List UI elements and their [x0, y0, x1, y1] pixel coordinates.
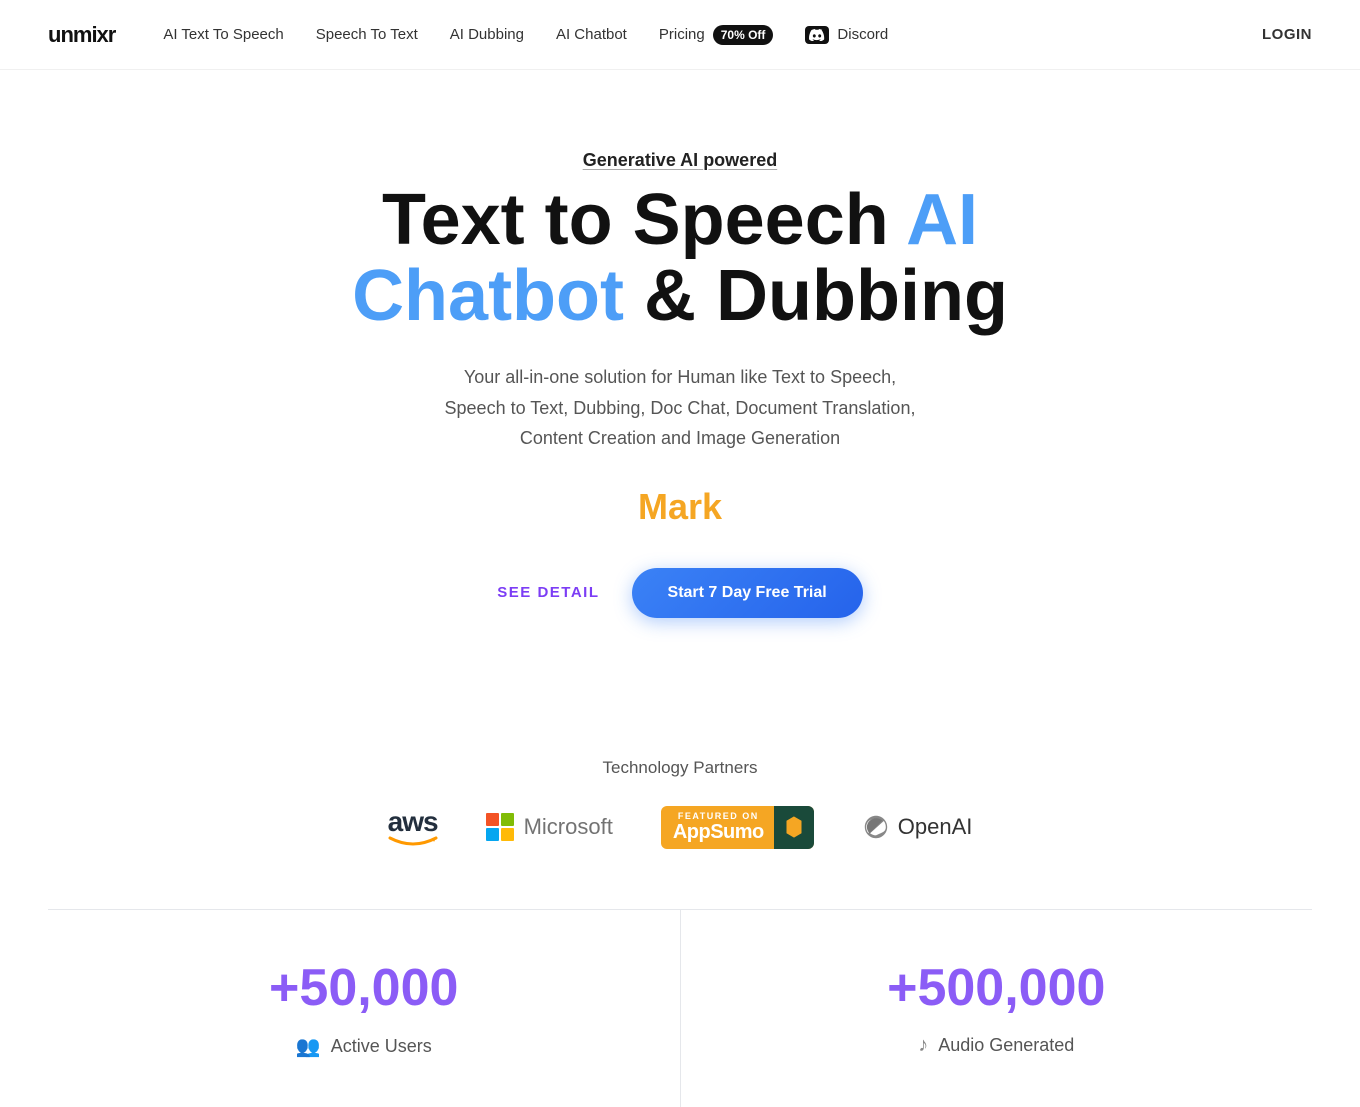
aws-smile-icon	[388, 836, 438, 846]
stat-users-text: Active Users	[331, 1036, 432, 1057]
openai-icon	[862, 813, 890, 841]
discord-label: Discord	[837, 26, 888, 43]
aws-text: aws	[388, 808, 438, 836]
hero-description: Your all-in-one solution for Human like …	[278, 362, 1082, 454]
openai-logo: OpenAI	[862, 813, 973, 841]
appsumo-name-text: AppSumo	[673, 821, 764, 844]
aws-logo: aws	[388, 808, 438, 846]
stat-audio-label: ♪ Audio Generated	[705, 1034, 1289, 1057]
login-button[interactable]: LOGIN	[1262, 26, 1312, 43]
hero-section: Generative AI powered Text to Speech AI …	[230, 70, 1130, 758]
stat-users-label: 👥 Active Users	[72, 1034, 656, 1059]
nav-stt[interactable]: Speech To Text	[316, 26, 418, 43]
trial-button[interactable]: Start 7 Day Free Trial	[632, 568, 863, 618]
hero-animated-name: Mark	[278, 486, 1082, 528]
microsoft-grid-icon	[486, 813, 514, 841]
appsumo-logo: FEATURED ON AppSumo	[661, 806, 814, 849]
stat-audio: +500,000 ♪ Audio Generated	[680, 910, 1313, 1107]
nav-dubbing[interactable]: AI Dubbing	[450, 26, 524, 43]
stat-audio-text: Audio Generated	[938, 1035, 1074, 1056]
audio-icon: ♪	[918, 1034, 928, 1057]
microsoft-text: Microsoft	[524, 814, 613, 840]
hero-title-start: Text to Speech	[382, 180, 889, 260]
users-icon: 👥	[296, 1034, 321, 1059]
partners-section: Technology Partners aws Microsoft FEATUR…	[0, 758, 1360, 909]
discount-badge: 70% Off	[713, 25, 774, 45]
nav-pricing[interactable]: Pricing 70% Off	[659, 25, 774, 45]
nav-chatbot[interactable]: AI Chatbot	[556, 26, 627, 43]
microsoft-logo: Microsoft	[486, 813, 613, 841]
appsumo-badge-accent	[774, 806, 814, 849]
nav-links: AI Text To Speech Speech To Text AI Dubb…	[163, 25, 1262, 45]
hero-title-end: & Dubbing	[644, 256, 1008, 336]
discord-icon	[805, 26, 829, 44]
stat-users: +50,000 👥 Active Users	[48, 910, 680, 1107]
hero-title: Text to Speech AI Chatbot & Dubbing	[278, 183, 1082, 334]
partners-title: Technology Partners	[48, 758, 1312, 778]
nav-ai-tts[interactable]: AI Text To Speech	[163, 26, 283, 43]
partners-logos: aws Microsoft FEATURED ON AppSumo	[48, 806, 1312, 849]
stat-audio-number: +500,000	[705, 958, 1289, 1018]
appsumo-featured-text: FEATURED ON	[673, 811, 764, 821]
hero-overline: Generative AI powered	[278, 150, 1082, 171]
hero-ctas: SEE DETAIL Start 7 Day Free Trial	[278, 568, 1082, 618]
brand-logo[interactable]: unmixr	[48, 22, 115, 48]
openai-text: OpenAI	[898, 814, 973, 840]
nav-pricing-label: Pricing	[659, 26, 705, 43]
stat-users-number: +50,000	[72, 958, 656, 1018]
see-detail-button[interactable]: SEE DETAIL	[497, 584, 599, 601]
stats-section: +50,000 👥 Active Users +500,000 ♪ Audio …	[48, 909, 1312, 1107]
navbar: unmixr AI Text To Speech Speech To Text …	[0, 0, 1360, 70]
nav-discord[interactable]: Discord	[805, 26, 888, 44]
